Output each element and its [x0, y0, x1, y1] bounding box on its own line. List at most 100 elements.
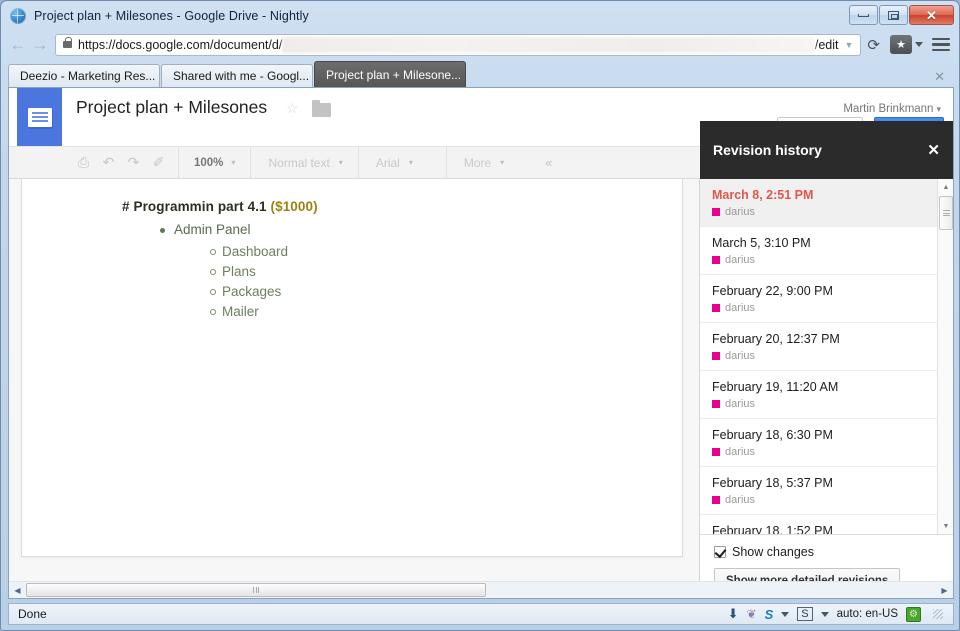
revision-date: February 18, 5:37 PM [712, 476, 833, 490]
revision-item[interactable]: February 18, 5:37 PM darius [700, 467, 938, 515]
chevron-down-icon[interactable] [781, 611, 790, 617]
author-name: darius [725, 398, 755, 410]
revision-date: March 5, 3:10 PM [712, 236, 811, 250]
author-color-swatch [712, 304, 720, 312]
url-redacted-region [282, 36, 815, 53]
revision-item[interactable]: February 22, 9:00 PM darius [700, 275, 938, 323]
tab-label: Project plan + Milesone... [326, 67, 462, 82]
author-name: darius [725, 446, 755, 458]
horizontal-scrollbar[interactable]: ◀ ▶ [9, 581, 953, 598]
browser-tab-1[interactable]: Deezio - Marketing Res... [8, 64, 160, 87]
status-bar: Done ⬇ ❦ S S auto: en-US ⚙ [8, 603, 954, 625]
back-icon[interactable]: ← [7, 34, 29, 56]
author-color-swatch [712, 496, 720, 504]
scroll-right-icon[interactable]: ▶ [936, 582, 953, 598]
document-scroll-area: # Programmin part 4.1 ($1000) Admin Pane… [9, 179, 699, 598]
revision-vertical-scrollbar[interactable]: ▲ ▼ [937, 179, 953, 534]
toolbar-font-select[interactable]: Arial ▾ [359, 146, 447, 179]
print-icon[interactable]: ⎙ [71, 151, 96, 175]
author-name: darius [725, 254, 755, 266]
more-label: More [463, 155, 492, 170]
forward-icon[interactable]: → [29, 34, 51, 56]
revision-date: March 8, 2:51 PM [712, 188, 814, 202]
bookmark-star-icon[interactable]: ★ [890, 35, 912, 54]
revision-author: darius [712, 494, 926, 506]
redo-icon[interactable]: ↷ [121, 151, 146, 175]
resize-grip-icon[interactable] [933, 609, 943, 619]
url-prefix-text: https://docs.google.com/document/d/ [78, 37, 283, 52]
scroll-left-icon[interactable]: ◀ [9, 582, 26, 598]
close-window-button[interactable]: ✕ [909, 5, 954, 25]
revision-list: March 8, 2:51 PM darius March 5, 3:10 PM… [700, 179, 938, 534]
spellcheck-icon[interactable]: S [797, 607, 813, 621]
tab-close-icon[interactable]: ✕ [934, 70, 945, 83]
folder-icon[interactable] [312, 100, 331, 117]
address-bar[interactable]: https://docs.google.com/document/d/ /edi… [55, 33, 862, 56]
docs-logo-icon[interactable] [17, 88, 62, 146]
document-page[interactable]: # Programmin part 4.1 ($1000) Admin Pane… [21, 179, 683, 557]
revision-item[interactable]: February 19, 11:20 AM darius [700, 371, 938, 419]
star-icon[interactable]: ☆ [286, 101, 299, 115]
list-item-label: Mailer [222, 304, 259, 319]
toolbar-zoom-select[interactable]: 100% ▾ [179, 146, 252, 179]
revision-item[interactable]: February 18, 1:52 PM darius [700, 515, 938, 534]
browser-tab-3-active[interactable]: Project plan + Milesone... [314, 61, 466, 87]
revision-date: February 18, 1:52 PM [712, 524, 833, 534]
revision-item[interactable]: March 5, 3:10 PM darius [700, 227, 938, 275]
account-name-label: Martin Brinkmann [843, 103, 934, 115]
minimize-button[interactable] [849, 5, 878, 25]
undo-icon[interactable]: ↶ [96, 151, 121, 175]
reload-icon[interactable]: ⟳ [867, 36, 888, 54]
horizontal-scroll-track[interactable] [26, 582, 936, 598]
revision-history-panel: Revision history ✕ March 8, 2:51 PM dari… [699, 121, 953, 598]
chevron-down-icon: ▾ [408, 158, 413, 167]
grip-icon [942, 210, 950, 216]
collapse-toolbar-icon[interactable]: « [545, 155, 552, 170]
chevron-down-icon[interactable]: ▼ [843, 40, 861, 50]
list-item: Mailer [174, 302, 318, 322]
toolbar-style-select[interactable]: Normal text ▾ [251, 146, 359, 179]
account-menu[interactable]: Martin Brinkmann ▾ [843, 103, 941, 115]
author-name: darius [725, 350, 755, 362]
list-item-label: Admin Panel [174, 222, 251, 237]
scroll-down-icon[interactable]: ▼ [938, 518, 953, 534]
chevron-down-icon[interactable] [820, 611, 829, 617]
browser-window: Project plan + Milesones - Google Drive … [0, 0, 960, 631]
maximize-button[interactable] [879, 5, 908, 25]
menu-hamburger-icon[interactable] [932, 37, 950, 52]
show-changes-checkbox-row[interactable]: Show changes [714, 545, 940, 559]
heading-price: ($1000) [270, 199, 318, 214]
author-color-swatch [712, 448, 720, 456]
close-icon[interactable]: ✕ [927, 143, 940, 158]
revision-item[interactable]: March 8, 2:51 PM darius [700, 179, 938, 227]
chevron-down-icon: ▾ [936, 104, 941, 114]
extension-icon[interactable]: ⚙ [906, 606, 921, 622]
grip-icon [253, 587, 259, 593]
document-title[interactable]: Project plan + Milesones [76, 97, 267, 118]
style-value: Normal text [268, 155, 330, 170]
heading-text: # Programmin part 4.1 [122, 199, 271, 214]
font-value: Arial [375, 155, 400, 170]
panel-title: Revision history [713, 142, 822, 158]
paint-format-icon[interactable]: ✐ [146, 151, 171, 175]
revision-date: February 20, 12:37 PM [712, 332, 840, 346]
bookmark-chevron-down-icon[interactable] [915, 42, 923, 47]
horizontal-scroll-thumb[interactable] [26, 583, 486, 597]
skype-icon[interactable]: S [765, 607, 774, 622]
list-item-label: Plans [222, 264, 256, 279]
download-icon[interactable]: ⬇ [728, 606, 739, 622]
revision-author: darius [712, 254, 926, 266]
show-changes-checkbox[interactable] [714, 546, 726, 558]
author-name: darius [725, 494, 755, 506]
page-viewport: Project plan + Milesones ☆ File Edit Vie… [8, 87, 954, 599]
scroll-up-icon[interactable]: ▲ [938, 179, 953, 195]
revision-item[interactable]: February 18, 6:30 PM darius [700, 419, 938, 467]
close-icon: ✕ [926, 7, 937, 23]
revision-item[interactable]: February 20, 12:37 PM darius [700, 323, 938, 371]
language-label[interactable]: auto: en-US [837, 608, 898, 620]
browser-tab-2[interactable]: Shared with me - Googl... [161, 64, 313, 87]
heart-icon[interactable]: ❦ [747, 607, 757, 621]
toolbar-more-button[interactable]: More ▾ « [447, 146, 560, 179]
chevron-down-icon: ▾ [500, 158, 505, 167]
revision-scroll-thumb[interactable] [939, 196, 953, 230]
